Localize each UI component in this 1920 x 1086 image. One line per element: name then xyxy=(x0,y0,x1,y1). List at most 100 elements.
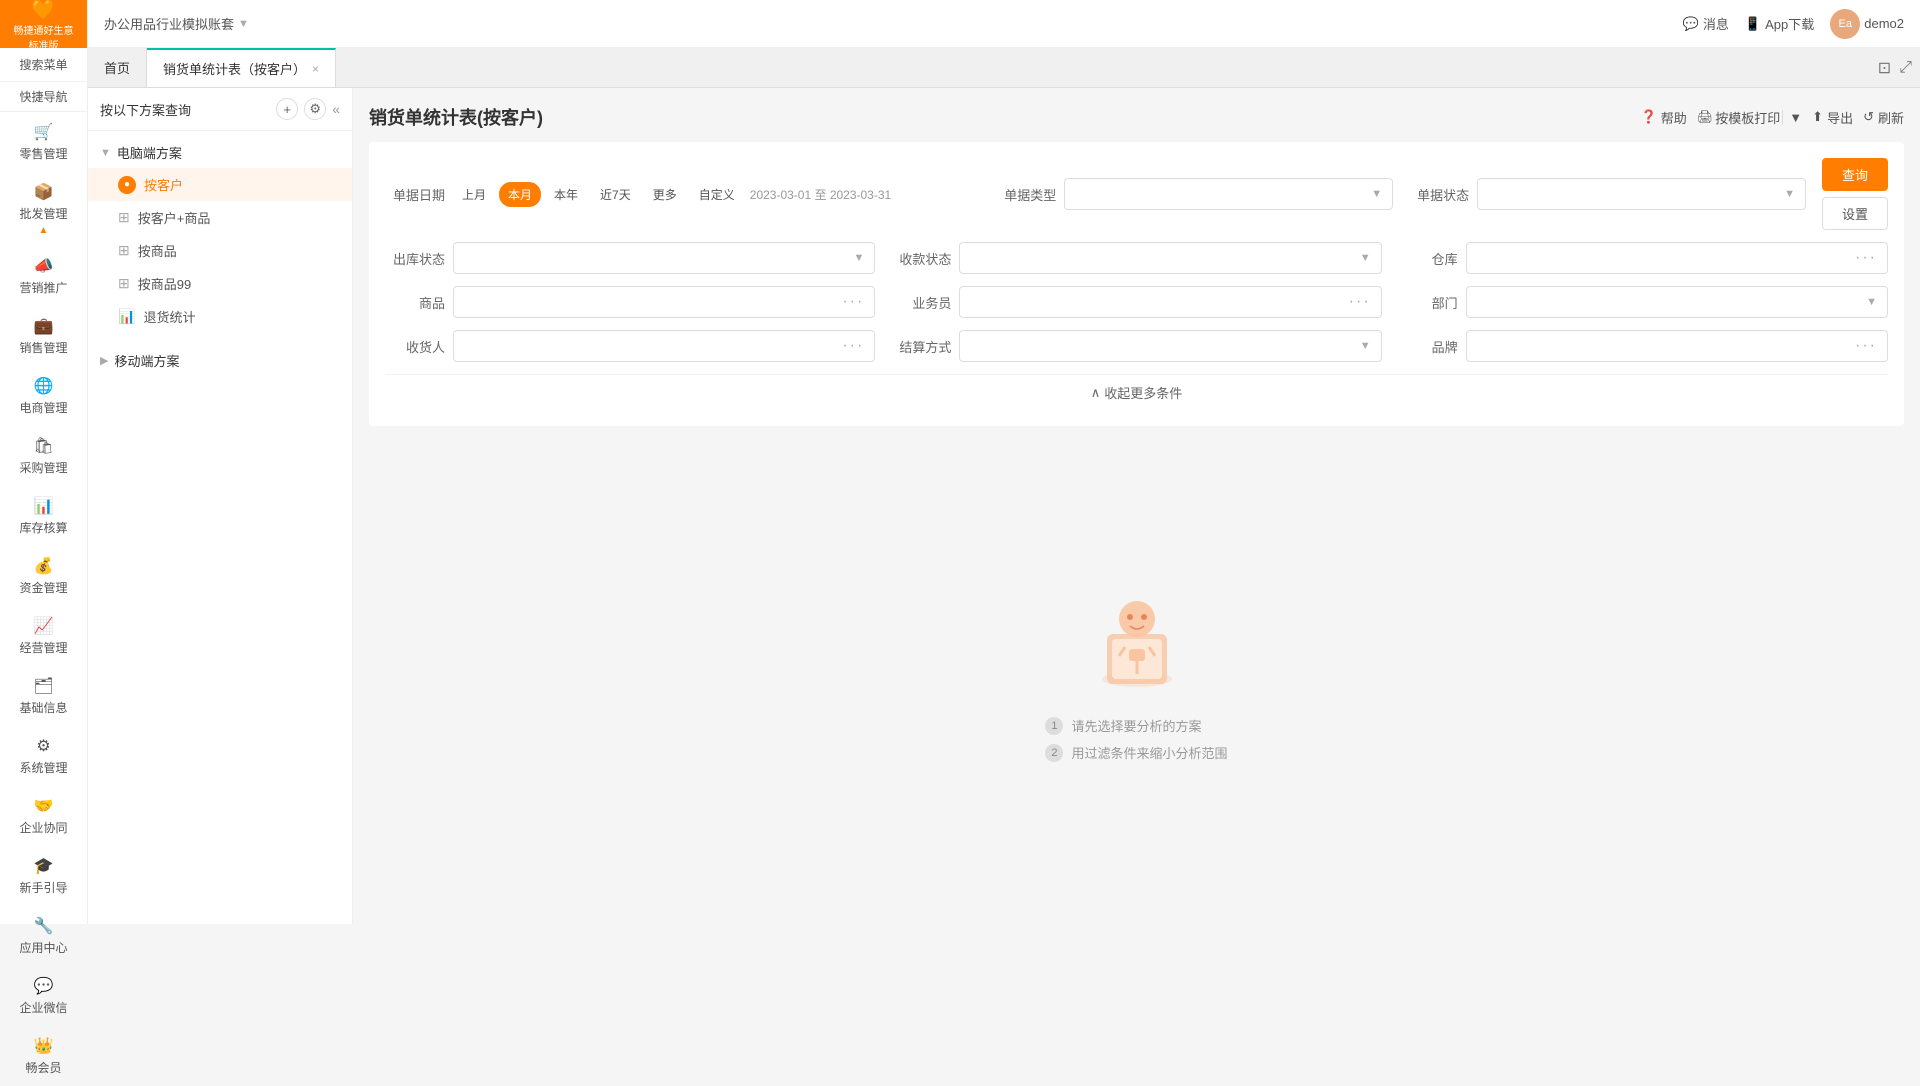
brand-select[interactable]: ··· xyxy=(1466,330,1888,362)
sidebar-item-system[interactable]: ⚙ 系统管理 xyxy=(0,726,87,786)
sidebar-quick-nav[interactable]: 快捷导航 xyxy=(0,82,87,112)
sidebar-item-wechat[interactable]: 💬 企业微信 xyxy=(0,966,87,1026)
settings-btn[interactable]: 设置 xyxy=(1822,197,1888,230)
sidebar-item-vip-label: 畅会员 xyxy=(25,1059,61,1076)
desktop-scheme-header[interactable]: ▼ 电脑端方案 xyxy=(88,137,352,168)
scheme-item-return-stats-label: 退货统计 xyxy=(143,307,195,326)
sidebar-item-inventory[interactable]: 📊 库存核算 xyxy=(0,486,87,546)
tip-num-2: 2 xyxy=(1045,744,1063,762)
tab-sales-stats[interactable]: 销货单统计表（按客户） × xyxy=(147,48,336,87)
settlement-select[interactable]: ▼ xyxy=(959,330,1381,362)
scheme-item-by-product99[interactable]: ⊞ 按商品99 xyxy=(88,267,352,300)
warehouse-select[interactable]: ··· xyxy=(1466,242,1888,274)
sidebar-item-retail[interactable]: 🛒 零售管理 xyxy=(0,112,87,172)
refresh-btn[interactable]: ↺ 刷新 xyxy=(1863,108,1904,127)
sidebar-item-sales-label: 销售管理 xyxy=(19,339,67,356)
sidebar-item-app-center[interactable]: 🔧 应用中心 xyxy=(0,906,87,966)
print-label: 按模板打印 xyxy=(1715,108,1780,127)
payment-status-select[interactable]: ▼ xyxy=(959,242,1381,274)
app-download-btn[interactable]: 📱 App下载 xyxy=(1745,14,1814,33)
tab-home[interactable]: 首页 xyxy=(88,48,147,87)
date-btn-custom[interactable]: 自定义 xyxy=(690,182,744,207)
sidebar-item-purchase[interactable]: 🛍 采购管理 xyxy=(0,426,87,486)
filter-col-warehouse: 仓库 ··· xyxy=(1398,242,1888,274)
collapse-panel-btn[interactable]: « xyxy=(332,101,340,117)
department-select[interactable]: ▼ xyxy=(1466,286,1888,318)
message-label: 消息 xyxy=(1703,14,1729,33)
sidebar-item-marketing[interactable]: 📣 营销推广 xyxy=(0,246,87,306)
sidebar-item-ecommerce[interactable]: 🌐 电商管理 xyxy=(0,366,87,426)
sidebar-item-vip[interactable]: 👑 畅会员 xyxy=(0,1026,87,1086)
stock-status-select[interactable]: ▼ xyxy=(453,242,875,274)
refresh-label: 刷新 xyxy=(1878,108,1904,127)
print-dropdown-icon[interactable]: ▼ xyxy=(1782,110,1802,125)
filter-row-2: 出库状态 ▼ 收款状态 ▼ 仓库 xyxy=(385,242,1888,274)
add-scheme-btn[interactable]: + xyxy=(276,98,298,120)
stock-status-label: 出库状态 xyxy=(385,249,445,268)
export-icon: ⬆ xyxy=(1812,109,1823,125)
top-header: 办公用品行业模拟账套 ▼ 💬 消息 📱 App下载 Ea demo2 xyxy=(88,0,1920,48)
sidebar-item-wholesale[interactable]: 📦 批发管理 ▲ xyxy=(0,172,87,246)
collapse-bar[interactable]: ∧ 收起更多条件 xyxy=(385,374,1888,410)
breadcrumb-select[interactable]: 办公用品行业模拟账套 ▼ xyxy=(104,14,249,33)
help-label: 帮助 xyxy=(1661,108,1687,127)
product-select[interactable]: ··· xyxy=(453,286,875,318)
brand-label: 品牌 xyxy=(1398,337,1458,356)
mobile-scheme-header[interactable]: ▶ 移动端方案 xyxy=(88,345,352,376)
date-btn-more[interactable]: 更多 xyxy=(644,182,686,207)
date-btn-this-year[interactable]: 本年 xyxy=(545,182,587,207)
tab-restore-icon[interactable]: ⊡ xyxy=(1878,58,1891,78)
salesperson-select[interactable]: ··· xyxy=(959,286,1381,318)
sidebar-item-basic[interactable]: 🗂 基础信息 xyxy=(0,666,87,726)
order-status-select[interactable]: ▼ xyxy=(1477,178,1806,210)
message-btn[interactable]: 💬 消息 xyxy=(1683,14,1729,33)
sidebar-item-finance[interactable]: 💰 资金管理 xyxy=(0,546,87,606)
sidebar-item-newbie[interactable]: 🎓 新手引导 xyxy=(0,846,87,906)
tab-maximize-icon[interactable]: ⤢ xyxy=(1899,59,1912,77)
tab-close-icon[interactable]: × xyxy=(312,62,319,76)
sales-icon: 💼 xyxy=(34,316,54,336)
finance-icon: 💰 xyxy=(34,556,54,576)
query-btn[interactable]: 查询 xyxy=(1822,158,1888,191)
recipient-select[interactable]: ··· xyxy=(453,330,875,362)
print-btn[interactable]: 🖨 按模板打印 ▼ xyxy=(1697,108,1802,127)
left-panel-header: 按以下方案查询 + ⚙ « xyxy=(88,88,352,131)
order-type-select[interactable]: ▼ xyxy=(1064,178,1393,210)
salesperson-dots: ··· xyxy=(1349,293,1371,311)
scheme-item-by-product[interactable]: ⊞ 按商品 xyxy=(88,234,352,267)
scheme-grid-icon-2: ⊞ xyxy=(118,242,130,259)
sidebar-item-operations[interactable]: 📈 经营管理 xyxy=(0,606,87,666)
export-btn[interactable]: ⬆ 导出 xyxy=(1812,108,1853,127)
filter-col-order-status: 单据状态 ▼ xyxy=(1409,178,1806,210)
enterprise-icon: 🤝 xyxy=(34,796,54,816)
user-name: demo2 xyxy=(1864,16,1904,31)
content-area: 按以下方案查询 + ⚙ « ▼ 电脑端方案 ● 按客户 ⊞ xyxy=(88,88,1920,924)
scheme-item-by-customer-product[interactable]: ⊞ 按客户+商品 xyxy=(88,201,352,234)
help-icon: ❓ xyxy=(1641,109,1657,125)
user-profile-btn[interactable]: Ea demo2 xyxy=(1830,9,1904,39)
sidebar-item-enterprise[interactable]: 🤝 企业协同 xyxy=(0,786,87,846)
breadcrumb-arrow-icon: ▼ xyxy=(238,18,249,30)
filter-row-3: 商品 ··· 业务员 ··· 部门 xyxy=(385,286,1888,318)
scheme-item-by-customer[interactable]: ● 按客户 xyxy=(88,168,352,201)
salesperson-label: 业务员 xyxy=(891,293,951,312)
help-btn[interactable]: ❓ 帮助 xyxy=(1641,108,1687,127)
wholesale-icon: 📦 xyxy=(34,182,54,202)
filter-row-1: 单据日期 上月 本月 本年 近7天 更多 自定义 2023-03-01 至 20… xyxy=(385,158,1888,230)
date-picker: 上月 本月 本年 近7天 更多 自定义 2023-03-01 至 2023-03… xyxy=(453,182,980,207)
tab-spacer xyxy=(336,48,1870,87)
sidebar-search[interactable]: 搜索菜单 xyxy=(0,48,87,82)
settings-scheme-btn[interactable]: ⚙ xyxy=(304,98,326,120)
date-btn-7days[interactable]: 近7天 xyxy=(591,182,640,207)
date-btn-last-month[interactable]: 上月 xyxy=(453,182,495,207)
scheme-item-return-stats[interactable]: 📊 退货统计 xyxy=(88,300,352,333)
empty-tips: 1 请先选择要分析的方案 2 用过滤条件来缩小分析范围 xyxy=(1045,716,1227,762)
filter-col-brand: 品牌 ··· xyxy=(1398,330,1888,362)
message-icon: 💬 xyxy=(1683,16,1699,32)
date-btn-this-month[interactable]: 本月 xyxy=(499,182,541,207)
tab-bar: 首页 销货单统计表（按客户） × ⊡ ⤢ xyxy=(88,48,1920,88)
filter-col-settlement: 结算方式 ▼ xyxy=(891,330,1381,362)
marketing-icon: 📣 xyxy=(34,256,54,276)
scheme-active-icon: ● xyxy=(118,176,136,194)
sidebar-item-sales[interactable]: 💼 销售管理 xyxy=(0,306,87,366)
